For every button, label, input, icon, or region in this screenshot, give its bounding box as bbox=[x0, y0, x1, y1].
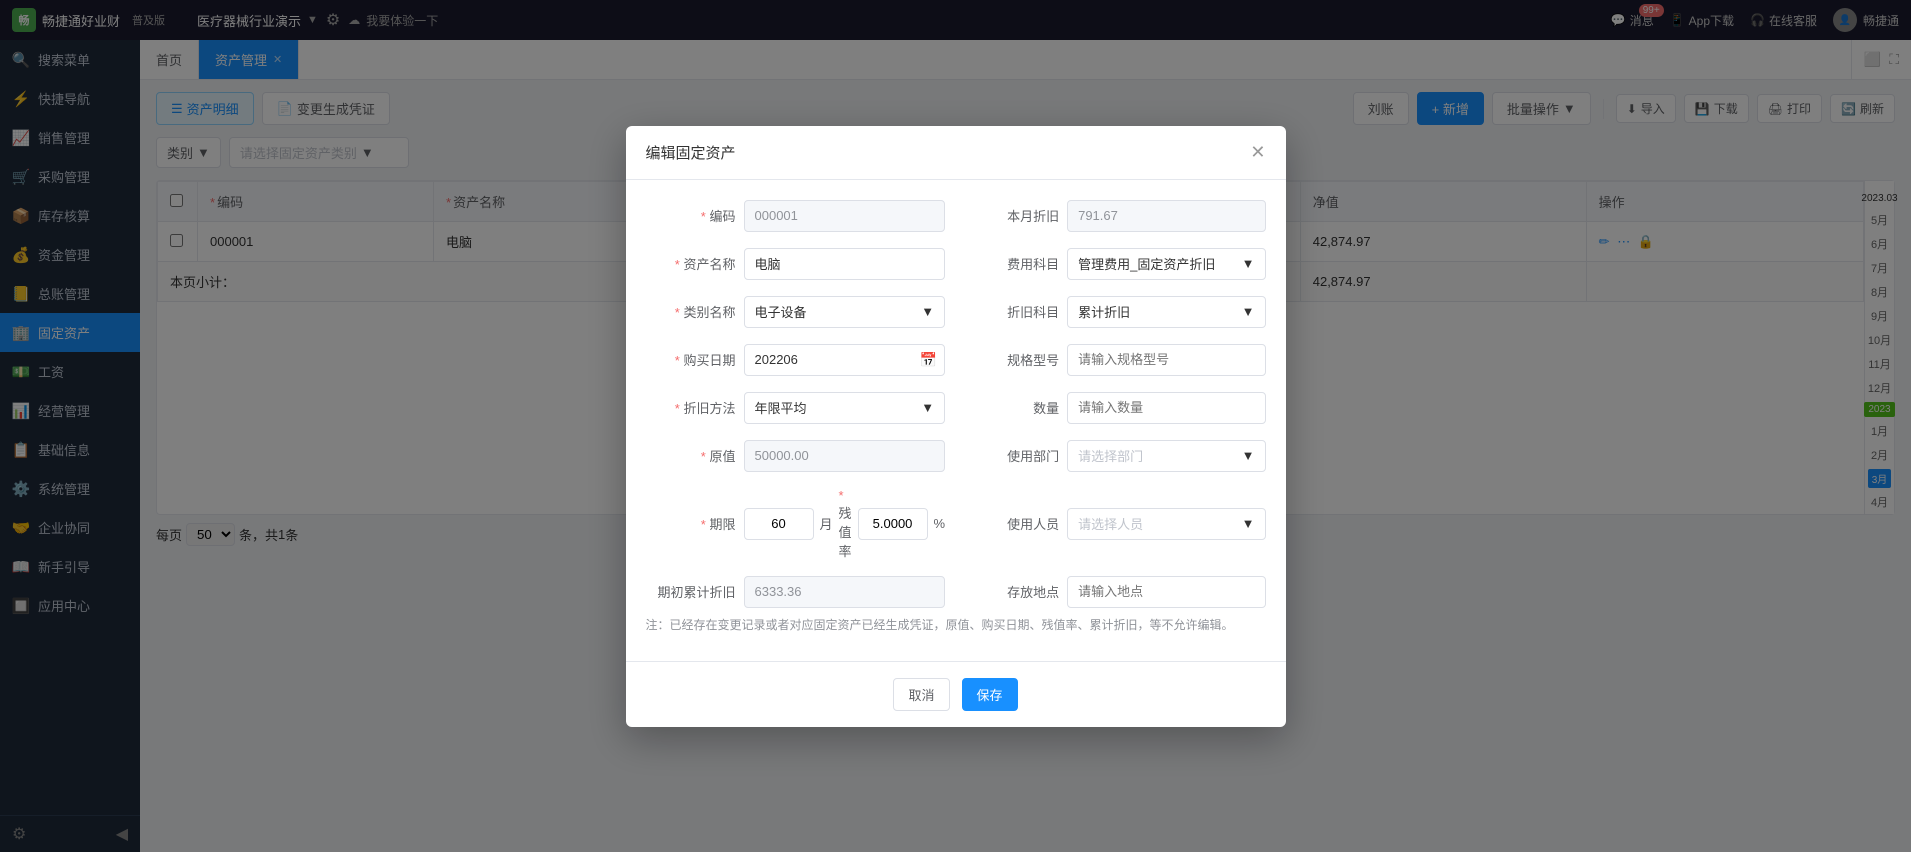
dep-method-value: 年限平均 bbox=[755, 398, 807, 417]
expense-chevron-icon: ▼ bbox=[1242, 256, 1255, 271]
residual-rate-label: * 残值率 bbox=[839, 488, 852, 560]
code-label: * 编码 bbox=[646, 206, 736, 225]
form-item-spec-model: 规格型号 bbox=[969, 344, 1265, 376]
form-item-expense-subject: 费用科目 管理费用_固定资产折旧 ▼ bbox=[969, 248, 1265, 280]
modal-header: 编辑固定资产 ✕ bbox=[626, 126, 1286, 180]
form-item-dep-method: * 折旧方法 年限平均 ▼ bbox=[646, 392, 946, 424]
expense-subject-value: 管理费用_固定资产折旧 bbox=[1078, 254, 1215, 273]
department-select[interactable]: 请选择部门 ▼ bbox=[1067, 440, 1265, 472]
form-grid: * 编码 本月折旧 * 资产名称 费用科目 管理费用_固定资产折 bbox=[646, 200, 1266, 608]
dep-subject-chevron-icon: ▼ bbox=[1242, 304, 1255, 319]
save-button[interactable]: 保存 bbox=[962, 678, 1018, 711]
storage-input[interactable] bbox=[1067, 576, 1265, 608]
modal-footer: 取消 保存 bbox=[626, 661, 1286, 727]
department-label: 使用部门 bbox=[969, 446, 1059, 465]
department-placeholder: 请选择部门 bbox=[1078, 446, 1143, 465]
period-unit: 月 bbox=[820, 514, 833, 533]
form-item-init-cum-dep: 期初累计折旧 bbox=[646, 576, 946, 608]
form-item-monthly-dep: 本月折旧 bbox=[969, 200, 1265, 232]
form-item-dep-subject: 折旧科目 累计折旧 ▼ bbox=[969, 296, 1265, 328]
quantity-input[interactable] bbox=[1067, 392, 1265, 424]
quantity-label: 数量 bbox=[969, 398, 1059, 417]
dep-method-label: * 折旧方法 bbox=[646, 398, 736, 417]
form-item-user: 使用人员 请选择人员 ▼ bbox=[969, 488, 1265, 560]
cancel-button[interactable]: 取消 bbox=[893, 678, 949, 711]
category-chevron-icon: ▼ bbox=[921, 304, 934, 319]
residual-rate-input[interactable] bbox=[858, 508, 928, 540]
form-item-asset-name: * 资产名称 bbox=[646, 248, 946, 280]
modal-body: * 编码 本月折旧 * 资产名称 费用科目 管理费用_固定资产折 bbox=[626, 180, 1286, 661]
dep-method-select[interactable]: 年限平均 ▼ bbox=[744, 392, 946, 424]
user-label: 使用人员 bbox=[969, 514, 1059, 533]
monthly-dep-label: 本月折旧 bbox=[969, 206, 1059, 225]
category-value: 电子设备 bbox=[755, 302, 807, 321]
dep-subject-value: 累计折旧 bbox=[1078, 302, 1130, 321]
edit-asset-modal: 编辑固定资产 ✕ * 编码 本月折旧 * 资产名称 bbox=[626, 126, 1286, 727]
form-item-period: * 期限 月 * 残值率 % bbox=[646, 488, 946, 560]
form-item-department: 使用部门 请选择部门 ▼ bbox=[969, 440, 1265, 472]
asset-name-input[interactable] bbox=[744, 248, 946, 280]
dep-subject-select[interactable]: 累计折旧 ▼ bbox=[1067, 296, 1265, 328]
category-label: * 类别名称 bbox=[646, 302, 736, 321]
init-cum-dep-input[interactable] bbox=[744, 576, 946, 608]
expense-subject-select[interactable]: 管理费用_固定资产折旧 ▼ bbox=[1067, 248, 1265, 280]
form-item-code: * 编码 bbox=[646, 200, 946, 232]
category-select[interactable]: 电子设备 ▼ bbox=[744, 296, 946, 328]
expense-subject-label: 费用科目 bbox=[969, 254, 1059, 273]
calendar-icon[interactable]: 📅 bbox=[920, 351, 937, 368]
spec-model-input[interactable] bbox=[1067, 344, 1265, 376]
purchase-date-wrapper: 📅 bbox=[744, 344, 946, 376]
dept-chevron-icon: ▼ bbox=[1242, 448, 1255, 463]
modal-note: 注：已经存在变更记录或者对应固定资产已经生成凭证，原值、购买日期、残值率、累计折… bbox=[646, 608, 1266, 641]
period-input[interactable] bbox=[744, 508, 814, 540]
dep-subject-label: 折旧科目 bbox=[969, 302, 1059, 321]
modal-overlay[interactable]: 编辑固定资产 ✕ * 编码 本月折旧 * 资产名称 bbox=[0, 0, 1911, 852]
form-item-storage: 存放地点 bbox=[969, 576, 1265, 608]
period-label: * 期限 bbox=[646, 514, 736, 533]
modal-close-btn[interactable]: ✕ bbox=[1250, 142, 1265, 163]
purchase-date-input[interactable] bbox=[744, 344, 946, 376]
dep-method-chevron-icon: ▼ bbox=[921, 400, 934, 415]
form-item-category: * 类别名称 电子设备 ▼ bbox=[646, 296, 946, 328]
form-item-quantity: 数量 bbox=[969, 392, 1265, 424]
original-value-label: * 原值 bbox=[646, 446, 736, 465]
storage-label: 存放地点 bbox=[969, 582, 1059, 601]
period-wrapper: 月 * 残值率 % bbox=[744, 488, 946, 560]
user-placeholder: 请选择人员 bbox=[1078, 514, 1143, 533]
init-cum-dep-label: 期初累计折旧 bbox=[646, 582, 736, 601]
monthly-dep-input[interactable] bbox=[1067, 200, 1265, 232]
residual-rate-unit: % bbox=[934, 516, 946, 531]
asset-name-label: * 资产名称 bbox=[646, 254, 736, 273]
user-select[interactable]: 请选择人员 ▼ bbox=[1067, 508, 1265, 540]
modal-title: 编辑固定资产 bbox=[646, 142, 736, 163]
form-item-original-value: * 原值 bbox=[646, 440, 946, 472]
code-input[interactable] bbox=[744, 200, 946, 232]
purchase-date-label: * 购买日期 bbox=[646, 350, 736, 369]
original-value-input[interactable] bbox=[744, 440, 946, 472]
user-chevron-icon: ▼ bbox=[1242, 516, 1255, 531]
form-item-purchase-date: * 购买日期 📅 bbox=[646, 344, 946, 376]
spec-model-label: 规格型号 bbox=[969, 350, 1059, 369]
